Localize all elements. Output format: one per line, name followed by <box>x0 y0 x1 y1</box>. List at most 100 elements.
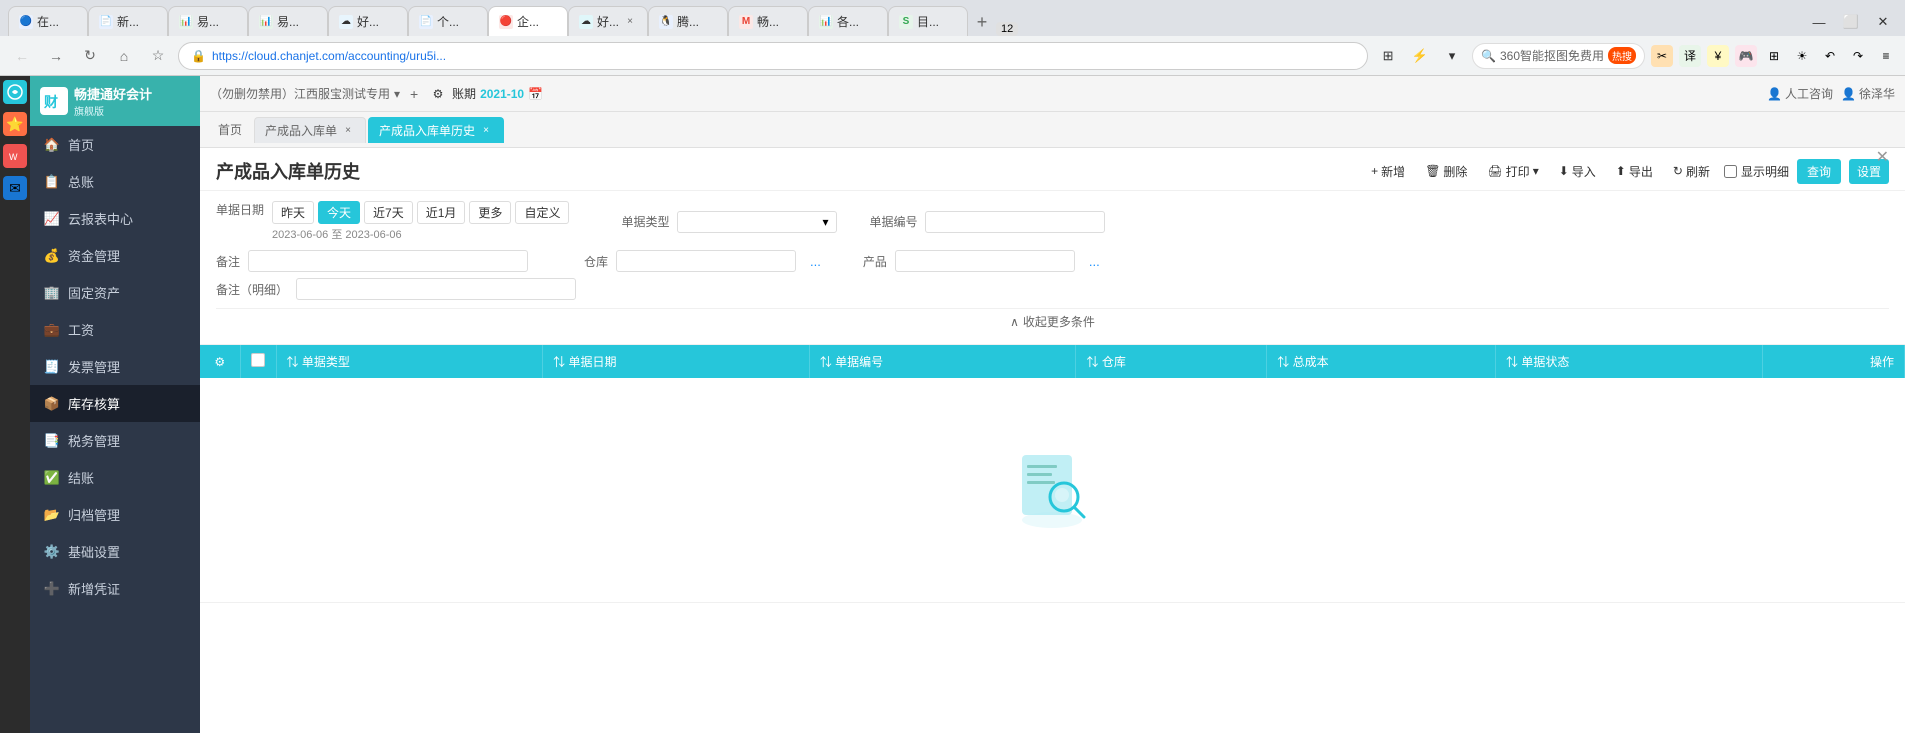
table-header-voucher-type[interactable]: ⇅ 单据类型 <box>276 345 543 378</box>
grid-icon[interactable]: ⊞ <box>1374 42 1402 70</box>
back-button[interactable]: ← <box>8 42 36 70</box>
collapse-button[interactable]: ∧ 收起更多条件 <box>216 309 1889 334</box>
sidebar-item-new-voucher[interactable]: ➕ 新增凭证 <box>30 570 200 607</box>
tab-voucher-history[interactable]: 产成品入库单历史 × <box>368 117 504 143</box>
url-bar[interactable]: 🔒 https://cloud.chanjet.com/accounting/u… <box>178 42 1368 70</box>
ext-grid[interactable]: ⊞ <box>1763 45 1785 67</box>
table-header-date[interactable]: ⇅ 单据日期 <box>543 345 810 378</box>
app-icon-mail[interactable]: ✉ <box>3 176 27 200</box>
customer-service-button[interactable]: 👤 人工咨询 <box>1767 85 1833 102</box>
voucher-list-tab-close[interactable]: × <box>341 123 355 137</box>
table-header-status[interactable]: ⇅ 单据状态 <box>1496 345 1763 378</box>
search-button[interactable]: 查询 <box>1797 159 1841 184</box>
sidebar-item-tax[interactable]: 📑 税务管理 <box>30 422 200 459</box>
browser-tab-1[interactable]: 🔵 在... <box>8 6 88 36</box>
browser-tab-7[interactable]: 🔴 企... <box>488 6 568 36</box>
browser-tab-12[interactable]: S 目... <box>888 6 968 36</box>
home-button[interactable]: ⌂ <box>110 42 138 70</box>
restore-button[interactable]: ⬜ <box>1837 8 1865 36</box>
browser-tab-4[interactable]: 📊 易... <box>248 6 328 36</box>
date-btn-more[interactable]: 更多 <box>469 201 511 224</box>
ext-game[interactable]: 🎮 <box>1735 45 1757 67</box>
add-company-button[interactable]: + <box>404 84 424 104</box>
warehouse-input[interactable] <box>616 250 796 272</box>
date-btn-7days[interactable]: 近7天 <box>364 201 413 224</box>
table-header-voucher-no[interactable]: ⇅ 单据编号 <box>809 345 1076 378</box>
browser-tab-3[interactable]: 📊 易... <box>168 6 248 36</box>
delete-button[interactable]: 🗑 删除 <box>1419 160 1473 183</box>
sidebar-item-inventory[interactable]: 📦 库存核算 <box>30 385 200 422</box>
ext-undo[interactable]: ↶ <box>1819 45 1841 67</box>
voucher-type-select[interactable]: ▾ <box>677 211 837 233</box>
minimize-button[interactable]: — <box>1805 8 1833 36</box>
header-checkbox[interactable] <box>251 353 265 367</box>
detail-remark-input[interactable] <box>296 278 576 300</box>
import-button[interactable]: ⬇ 导入 <box>1553 160 1602 183</box>
table-header-gear[interactable]: ⚙ <box>200 345 240 378</box>
browser-tab-8[interactable]: ☁ 好... × <box>568 6 648 36</box>
ext-sun[interactable]: ☀ <box>1791 45 1813 67</box>
sidebar-item-fund[interactable]: 💰 资金管理 <box>30 237 200 274</box>
browser-tab-5[interactable]: ☁ 好... <box>328 6 408 36</box>
ext-scissors[interactable]: ✂ <box>1651 45 1673 67</box>
tab-icon-9: 🐧 <box>659 15 673 29</box>
sidebar-item-cloud-report[interactable]: 📈 云报表中心 <box>30 200 200 237</box>
voucher-no-input[interactable] <box>925 211 1105 233</box>
close-button[interactable]: ✕ <box>1869 8 1897 36</box>
table-header-check[interactable] <box>240 345 276 378</box>
show-detail-checkbox[interactable] <box>1724 165 1737 178</box>
warehouse-dots[interactable]: ... <box>804 251 827 272</box>
company-selector[interactable]: （勿删勿禁用）江西服宝测试专用 ▾ <box>210 85 400 102</box>
browser-tab-10[interactable]: M 畅... <box>728 6 808 36</box>
browser-tab-11[interactable]: 📊 各... <box>808 6 888 36</box>
forward-button[interactable]: → <box>42 42 70 70</box>
app-icon-1[interactable]: ⭐ <box>3 112 27 136</box>
export-button[interactable]: ⬆ 导出 <box>1610 160 1659 183</box>
chanjet-app-icon[interactable] <box>3 80 27 104</box>
refresh-button[interactable]: ↻ <box>76 42 104 70</box>
page-close-button[interactable]: ✕ <box>1876 147 1889 167</box>
sidebar-item-invoice[interactable]: 🧾 发票管理 <box>30 348 200 385</box>
sidebar-item-general-ledger[interactable]: 📋 总账 <box>30 163 200 200</box>
sidebar-item-payroll[interactable]: 💼 工资 <box>30 311 200 348</box>
ext-yen[interactable]: ¥ <box>1707 45 1729 67</box>
tab-close-8[interactable]: × <box>623 15 637 29</box>
sidebar-item-checkout[interactable]: ✅ 结账 <box>30 459 200 496</box>
search-bar-extension[interactable]: 🔍 360智能抠图免费用 热搜 <box>1472 43 1645 69</box>
settings-gear-button[interactable]: ⚙ <box>428 84 448 104</box>
sidebar-item-settings[interactable]: ⚙️ 基础设置 <box>30 533 200 570</box>
print-button[interactable]: 🖨 打印 ▾ <box>1481 160 1544 183</box>
breadcrumb-home[interactable]: 首页 <box>210 117 250 142</box>
lightning-icon[interactable]: ⚡ <box>1406 42 1434 70</box>
date-btn-today[interactable]: 今天 <box>318 201 360 224</box>
ext-menu[interactable]: ≡ <box>1875 45 1897 67</box>
browser-tab-9[interactable]: 🐧 腾... <box>648 6 728 36</box>
table-header-total-cost[interactable]: ⇅ 总成本 <box>1267 345 1496 378</box>
bookmark-button[interactable]: ☆ <box>144 42 172 70</box>
browser-tab-2[interactable]: 📄 新... <box>88 6 168 36</box>
browser-tab-6[interactable]: 📄 个... <box>408 6 488 36</box>
date-btn-custom[interactable]: 自定义 <box>515 201 569 224</box>
voucher-history-tab-close[interactable]: × <box>479 123 493 137</box>
date-btn-1month[interactable]: 近1月 <box>417 201 466 224</box>
dropdown-arrow[interactable]: ▾ <box>1438 42 1466 70</box>
product-input[interactable] <box>895 250 1075 272</box>
product-dots[interactable]: ... <box>1083 251 1106 272</box>
remark-input[interactable] <box>248 250 528 272</box>
date-btn-yesterday[interactable]: 昨天 <box>272 201 314 224</box>
user-avatar[interactable]: 👤 徐泽华 <box>1841 85 1895 102</box>
ext-translate[interactable]: 译 <box>1679 45 1701 67</box>
detail-remark-label: 备注（明细） <box>216 281 288 298</box>
refresh-button[interactable]: ↻ 刷新 <box>1667 160 1716 183</box>
ext-redo[interactable]: ↷ <box>1847 45 1869 67</box>
sidebar-item-fixed-assets[interactable]: 🏢 固定资产 <box>30 274 200 311</box>
voucher-type-label: 单据类型 <box>621 213 669 230</box>
new-tab-button[interactable]: + <box>968 8 996 36</box>
add-button[interactable]: + 新增 <box>1365 160 1411 183</box>
sidebar-item-home[interactable]: 🏠 首页 <box>30 126 200 163</box>
sidebar-item-archive[interactable]: 📂 归档管理 <box>30 496 200 533</box>
table-header-warehouse[interactable]: ⇅ 仓库 <box>1076 345 1267 378</box>
tab-voucher-list[interactable]: 产成品入库单 × <box>254 117 366 143</box>
app-icon-weibo[interactable]: W <box>3 144 27 168</box>
period-calendar-icon[interactable]: 📅 <box>528 87 543 101</box>
